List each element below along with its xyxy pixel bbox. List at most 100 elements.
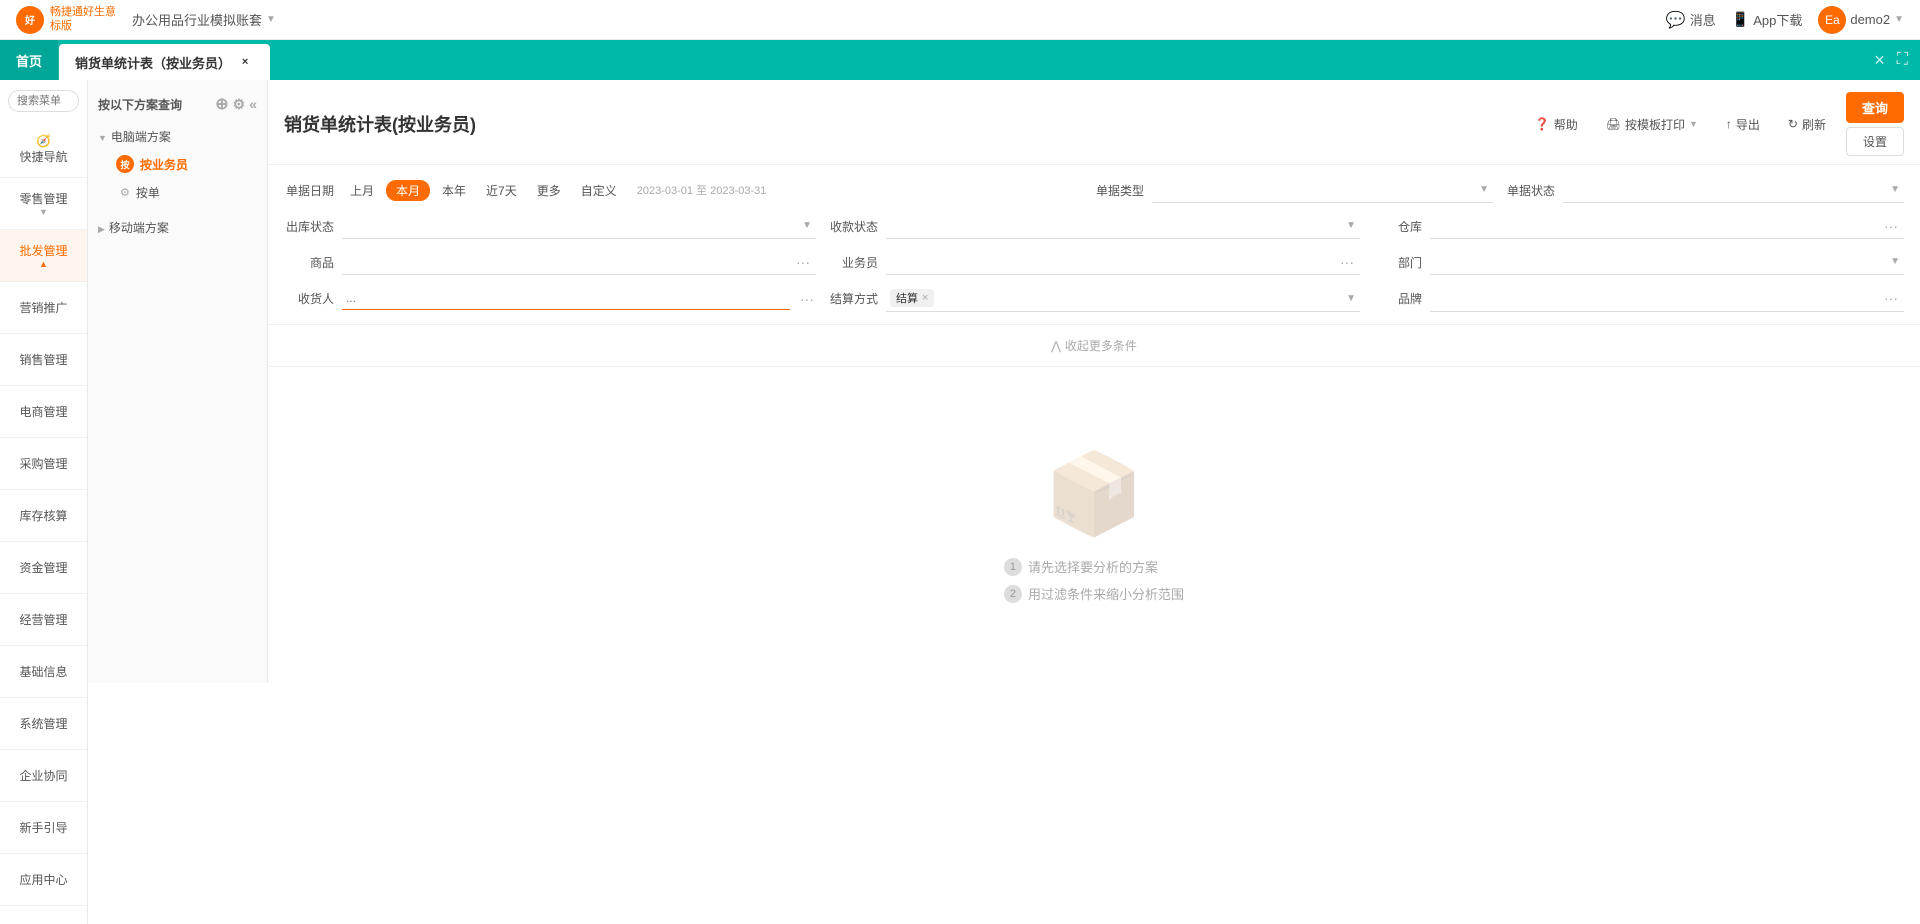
hint-num-1: 1 xyxy=(1004,558,1022,576)
sidebar-item-wechat[interactable]: 企业微信 xyxy=(0,906,87,924)
sidebar-item-ecommerce[interactable]: 电商管理 xyxy=(0,386,87,438)
settle-tag: 结算 × xyxy=(890,289,934,307)
scheme-group-pc-header[interactable]: 电脑端方案 xyxy=(88,124,267,149)
empty-state: 📦 1 请先选择要分析的方案 2 用过滤条件来缩小分析范围 xyxy=(268,367,1920,683)
doc-type-select[interactable]: ▼ xyxy=(1152,177,1493,203)
settle-chevron-icon: ▼ xyxy=(1346,293,1356,304)
sidebar-item-nav[interactable]: 🧭 快捷导航 xyxy=(0,122,87,178)
export-button[interactable]: ↑ 导出 xyxy=(1718,112,1768,137)
dept-label: 部门 xyxy=(1372,254,1422,271)
date-tab-7days[interactable]: 近7天 xyxy=(478,180,525,201)
app-selector-chevron-icon: ▼ xyxy=(266,14,276,25)
brand-select[interactable]: ··· xyxy=(1430,286,1904,312)
hint-num-2: 2 xyxy=(1004,585,1022,603)
date-tab-this-month[interactable]: 本月 xyxy=(386,180,430,201)
scheme-item-salesman[interactable]: 按 按业务员 xyxy=(92,150,263,178)
tab-minimize-icon[interactable]: × xyxy=(1870,46,1889,75)
goods-select[interactable]: ··· xyxy=(342,249,816,275)
sidebar-item-guide[interactable]: 新手引导 xyxy=(0,802,87,854)
avatar: Ea xyxy=(1818,6,1846,34)
sidebar-item-operation[interactable]: 经营管理 xyxy=(0,594,87,646)
message-icon: 💬 xyxy=(1666,10,1686,30)
scheme-item-order[interactable]: ⚙ 按单 xyxy=(92,179,263,206)
settle-select[interactable]: 结算 × ▼ xyxy=(886,285,1360,312)
sidebar-item-inventory[interactable]: 库存核算 xyxy=(0,490,87,542)
search-input[interactable] xyxy=(8,90,79,112)
right-panel: 销货单统计表(按业务员) ❓ 帮助 🖨 按模板打印 ▼ xyxy=(268,80,1920,683)
left-panel-actions: ⊕ ⚙ « xyxy=(215,94,257,114)
query-settings-group: 查询 设置 xyxy=(1846,92,1904,156)
date-tab-this-year[interactable]: 本年 xyxy=(434,180,474,201)
scheme-group-mobile-header[interactable]: 移动端方案 xyxy=(88,215,267,240)
scheme-group-pc: 电脑端方案 按 按业务员 ⚙ 按单 xyxy=(88,120,267,211)
filter-row-2: 出库状态 ▼ 收款状态 ▼ xyxy=(284,213,1904,239)
receiver-dots-icon: ··· xyxy=(798,291,816,307)
print-button[interactable]: 🖨 按模板打印 ▼ xyxy=(1598,112,1706,137)
logo-area: 好 畅捷通好生意 标版 xyxy=(16,6,116,34)
sidebar-item-wholesale[interactable]: 批发管理 ▲ xyxy=(0,230,87,282)
content-area: 按以下方案查询 ⊕ ⚙ « 电脑端方案 xyxy=(88,80,1920,924)
date-tab-more[interactable]: 更多 xyxy=(529,180,569,201)
tab-home[interactable]: 首页 xyxy=(0,40,59,80)
sidebar-item-sales[interactable]: 销售管理 xyxy=(0,334,87,386)
refresh-button[interactable]: ↻ 刷新 xyxy=(1780,112,1834,137)
sidebar-item-apps[interactable]: 应用中心 xyxy=(0,854,87,906)
message-button[interactable]: 💬 消息 xyxy=(1666,10,1716,30)
collapse-panel-icon[interactable]: « xyxy=(249,96,257,112)
filter-out-status: 出库状态 ▼ xyxy=(284,213,816,239)
dept-chevron-icon: ▼ xyxy=(1890,256,1900,267)
warehouse-select[interactable]: ··· xyxy=(1430,213,1904,239)
app-download-button[interactable]: 📱 App下载 xyxy=(1732,10,1803,29)
sidebar-item-finance[interactable]: 资金管理 xyxy=(0,542,87,594)
date-tab-last-month[interactable]: 上月 xyxy=(342,180,382,201)
scheme-sub-icon: ⚙ xyxy=(120,186,130,199)
receiver-input[interactable] xyxy=(342,287,790,310)
salesman-select[interactable]: ··· xyxy=(886,249,1360,275)
tab-maximize-icon[interactable]: ⛶ xyxy=(1893,47,1912,73)
page-actions: ❓ 帮助 🖨 按模板打印 ▼ ↑ 导出 xyxy=(1527,92,1904,156)
app-selector[interactable]: 办公用品行业模拟账套 ▼ xyxy=(124,6,284,33)
filter-receiver: 收货人 ··· xyxy=(284,287,816,310)
settings-scheme-icon[interactable]: ⚙ xyxy=(233,96,246,113)
brand-dots-icon: ··· xyxy=(1882,290,1900,306)
doc-status-select[interactable]: ▼ xyxy=(1563,177,1904,203)
sidebar-item-basic[interactable]: 基础信息 xyxy=(0,646,87,698)
sidebar-item-marketing[interactable]: 营销推广 xyxy=(0,282,87,334)
sidebar-item-purchase[interactable]: 采购管理 xyxy=(0,438,87,490)
settings-button[interactable]: 设置 xyxy=(1846,127,1904,156)
tab-close-icon[interactable]: × xyxy=(237,54,253,70)
goods-dots-icon: ··· xyxy=(794,254,812,270)
sidebar-search-area xyxy=(0,80,87,122)
query-button[interactable]: 查询 xyxy=(1846,92,1904,123)
tab-active[interactable]: 销货单统计表（按业务员） × xyxy=(59,44,270,80)
filter-row-4: 收货人 ··· 结算方式 结算 × xyxy=(284,285,1904,312)
date-range-text: 2023-03-01 至 2023-03-31 xyxy=(637,182,767,198)
settle-tag-clear-icon[interactable]: × xyxy=(922,292,928,304)
sidebar-item-collab[interactable]: 企业协同 xyxy=(0,750,87,802)
empty-hint-2: 2 用过滤条件来缩小分析范围 xyxy=(1004,584,1184,603)
pay-status-label: 收款状态 xyxy=(828,218,878,235)
top-bar-right: 💬 消息 📱 App下载 Ea demo2 ▼ xyxy=(1666,6,1904,34)
empty-hints: 1 请先选择要分析的方案 2 用过滤条件来缩小分析范围 xyxy=(1004,557,1184,603)
sidebar-item-retail[interactable]: 零售管理 ▼ xyxy=(0,178,87,230)
add-scheme-icon[interactable]: ⊕ xyxy=(215,94,228,114)
filter-settle: 结算方式 结算 × ▼ xyxy=(828,285,1360,312)
sidebar-item-system[interactable]: 系统管理 xyxy=(0,698,87,750)
print-chevron-icon: ▼ xyxy=(1689,119,1698,129)
filter-row-3: 商品 ··· 业务员 ··· xyxy=(284,249,1904,275)
help-button[interactable]: ❓ 帮助 xyxy=(1527,112,1586,137)
date-tab-custom[interactable]: 自定义 xyxy=(573,180,625,201)
out-status-select[interactable]: ▼ xyxy=(342,213,816,239)
help-icon: ❓ xyxy=(1535,117,1550,131)
export-icon: ↑ xyxy=(1726,117,1732,131)
warehouse-dots-icon: ··· xyxy=(1882,218,1900,234)
pay-status-select[interactable]: ▼ xyxy=(886,213,1360,239)
out-status-label: 出库状态 xyxy=(284,218,334,235)
pay-status-chevron-icon: ▼ xyxy=(1346,220,1356,231)
dept-select[interactable]: ▼ xyxy=(1430,249,1904,275)
warehouse-label: 仓库 xyxy=(1372,218,1422,235)
collapse-button[interactable]: ⋀ 收起更多条件 xyxy=(1035,333,1153,358)
user-menu[interactable]: Ea demo2 ▼ xyxy=(1818,6,1904,34)
left-panel: 按以下方案查询 ⊕ ⚙ « 电脑端方案 xyxy=(88,80,268,683)
sidebar: 🧭 快捷导航 零售管理 ▼ 批发管理 ▲ 营销推广 销售管理 电商管理 采购管理… xyxy=(0,80,88,924)
